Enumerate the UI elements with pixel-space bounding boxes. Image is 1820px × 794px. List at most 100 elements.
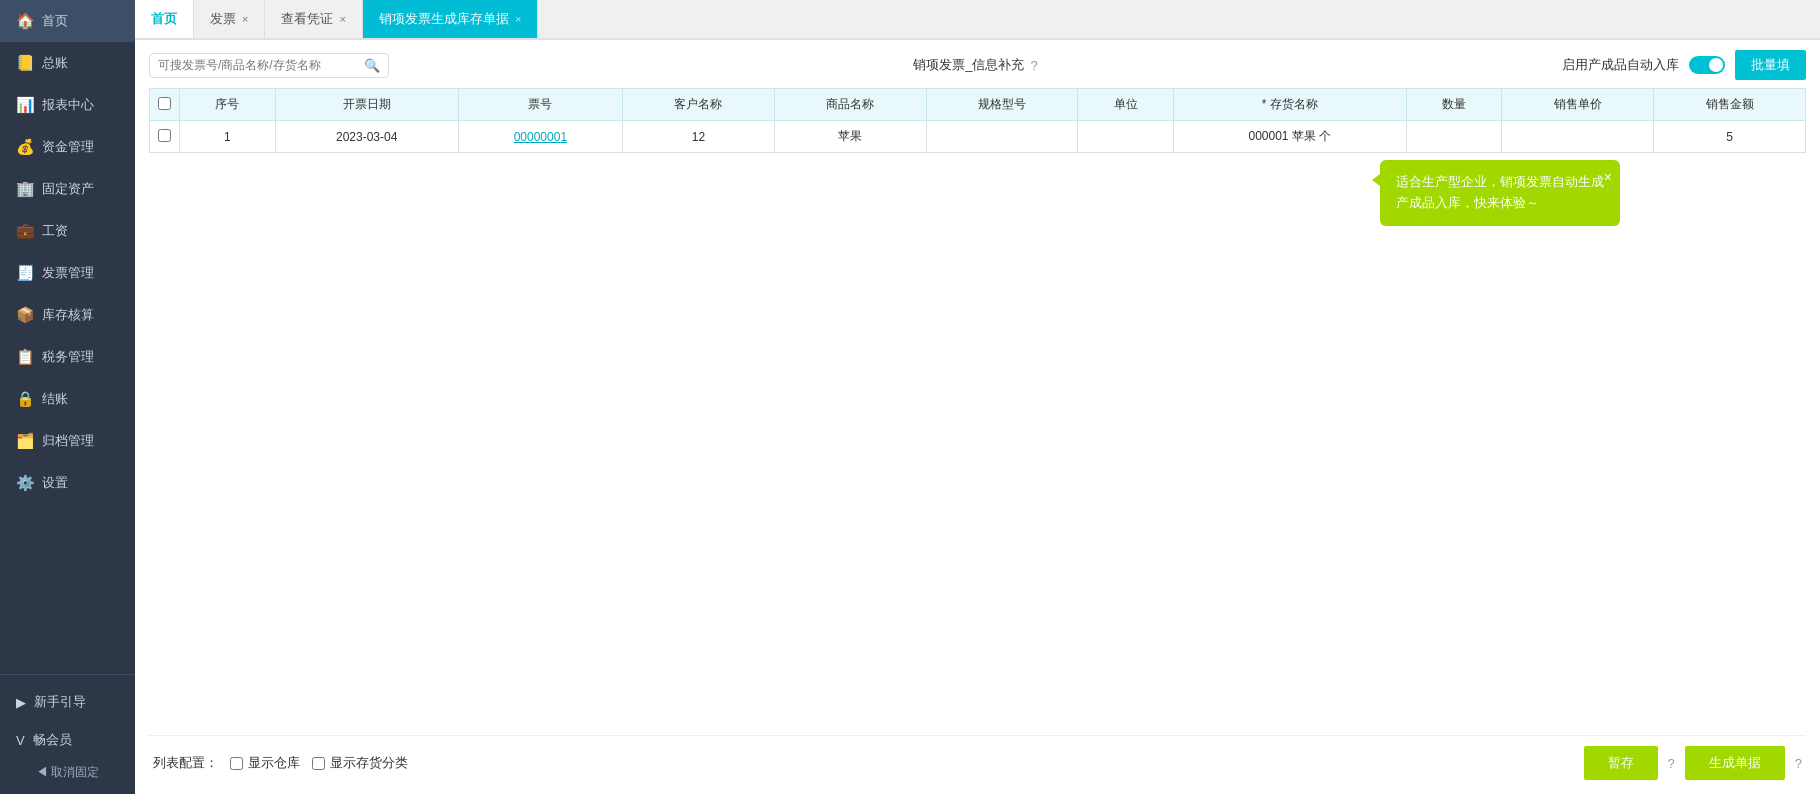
ledger-icon: 📒 (16, 54, 34, 72)
tab-invoice[interactable]: 发票 × (194, 0, 265, 38)
sidebar-item-label: 税务管理 (42, 348, 94, 366)
sidebar-item-payroll[interactable]: 💼 工资 (0, 210, 135, 252)
row-inventory-name: 000001 苹果 个 (1173, 121, 1406, 153)
row-seq: 1 (180, 121, 276, 153)
show-category-label[interactable]: 显示存货分类 (312, 754, 408, 772)
capital-icon: 💰 (16, 138, 34, 156)
toggle-switch[interactable] (1689, 56, 1725, 74)
sidebar-item-vip[interactable]: V 畅会员 (0, 721, 135, 759)
archive-icon: 🗂️ (16, 432, 34, 450)
table-header-row: 序号 开票日期 票号 客户名称 商品名称 规格型号 单位 * 存货名称 数量 销… (150, 89, 1806, 121)
newbie-icon: ▶ (16, 695, 26, 710)
sidebar-item-capital[interactable]: 💰 资金管理 (0, 126, 135, 168)
inventory-icon: 📦 (16, 306, 34, 324)
sidebar-item-tax[interactable]: 📋 税务管理 (0, 336, 135, 378)
sidebar-item-label: 库存核算 (42, 306, 94, 324)
sidebar-item-inventory[interactable]: 📦 库存核算 (0, 294, 135, 336)
row-unit-price (1502, 121, 1654, 153)
header-unit: 单位 (1078, 89, 1174, 121)
sidebar-item-assets[interactable]: 🏢 固定资产 (0, 168, 135, 210)
generate-help-icon[interactable]: ? (1795, 756, 1802, 771)
sidebar-item-home[interactable]: 🏠 首页 (0, 0, 135, 42)
sidebar-bottom-label: 畅会员 (33, 731, 72, 749)
home-icon: 🏠 (16, 12, 34, 30)
save-button[interactable]: 暂存 (1584, 746, 1658, 780)
toolbar: 🔍 销项发票_信息补充 ? 启用产成品自动入库 批量填 (149, 50, 1806, 80)
toolbar-center: 销项发票_信息补充 ? (913, 56, 1037, 74)
row-qty (1406, 121, 1502, 153)
config-label: 列表配置： (153, 754, 218, 772)
row-model (926, 121, 1078, 153)
show-warehouse-checkbox[interactable] (230, 757, 243, 770)
header-ticket-no: 票号 (458, 89, 622, 121)
header-qty: 数量 (1406, 89, 1502, 121)
tab-voucher[interactable]: 查看凭证 × (265, 0, 362, 38)
show-warehouse-text: 显示仓库 (248, 754, 300, 772)
search-input[interactable] (158, 58, 364, 72)
sidebar-item-ledger[interactable]: 📒 总账 (0, 42, 135, 84)
unpin-label: ◀ (36, 765, 51, 779)
tab-invoice-label: 发票 (210, 10, 236, 28)
tab-voucher-label: 查看凭证 (281, 10, 333, 28)
header-date: 开票日期 (275, 89, 458, 121)
sidebar-item-invoice[interactable]: 🧾 发票管理 (0, 252, 135, 294)
sidebar-bottom-label: 新手引导 (34, 693, 86, 711)
tab-invoice-close[interactable]: × (242, 13, 248, 25)
tooltip-close-button[interactable]: × (1604, 166, 1612, 188)
reports-icon: 📊 (16, 96, 34, 114)
header-unit-price: 销售单价 (1502, 89, 1654, 121)
row-customer: 12 (623, 121, 775, 153)
header-seq: 序号 (180, 89, 276, 121)
content-area: 🔍 销项发票_信息补充 ? 启用产成品自动入库 批量填 序号 开票日 (135, 40, 1820, 794)
row-checkbox-cell[interactable] (150, 121, 180, 153)
vip-icon: V (16, 733, 25, 748)
toggle-label: 启用产成品自动入库 (1562, 56, 1679, 74)
sidebar-item-label: 结账 (42, 390, 68, 408)
generate-button[interactable]: 生成单据 (1685, 746, 1785, 780)
sidebar: 🏠 首页 📒 总账 📊 报表中心 💰 资金管理 🏢 固定资产 💼 工资 🧾 发票… (0, 0, 135, 794)
batch-button[interactable]: 批量填 (1735, 50, 1806, 80)
show-category-text: 显示存货分类 (330, 754, 408, 772)
row-checkbox[interactable] (158, 129, 171, 142)
row-ticket-no[interactable]: 00000001 (458, 121, 622, 153)
header-product: 商品名称 (774, 89, 926, 121)
sidebar-item-label: 发票管理 (42, 264, 94, 282)
sidebar-item-closing[interactable]: 🔒 结账 (0, 378, 135, 420)
assets-icon: 🏢 (16, 180, 34, 198)
tab-home-label: 首页 (151, 10, 177, 28)
search-box[interactable]: 🔍 (149, 53, 389, 78)
settings-icon: ⚙️ (16, 474, 34, 492)
tax-icon: 📋 (16, 348, 34, 366)
sidebar-item-reports[interactable]: 📊 报表中心 (0, 84, 135, 126)
tab-home[interactable]: 首页 (135, 0, 194, 38)
show-warehouse-label[interactable]: 显示仓库 (230, 754, 300, 772)
header-checkbox[interactable] (150, 89, 180, 121)
header-inventory-name: * 存货名称 (1173, 89, 1406, 121)
sidebar-item-archive[interactable]: 🗂️ 归档管理 (0, 420, 135, 462)
center-label: 销项发票_信息补充 (913, 56, 1024, 74)
tab-cancel-invoice-close[interactable]: × (515, 13, 521, 25)
bottom-bar: 列表配置： 显示仓库 显示存货分类 暂存 ? 生成单据 ? (149, 735, 1806, 784)
select-all-checkbox[interactable] (158, 97, 171, 110)
save-help-icon[interactable]: ? (1668, 756, 1675, 771)
sidebar-item-newbie[interactable]: ▶ 新手引导 (0, 683, 135, 721)
tab-voucher-close[interactable]: × (339, 13, 345, 25)
unpin-bar[interactable]: ◀ 取消固定 (0, 759, 135, 786)
unpin-text: 取消固定 (51, 765, 99, 779)
help-icon[interactable]: ? (1031, 58, 1038, 73)
sidebar-item-label: 首页 (42, 12, 68, 30)
header-model: 规格型号 (926, 89, 1078, 121)
tooltip-popup: × 适合生产型企业，销项发票自动生成产成品入库，快来体验～ (1380, 160, 1620, 226)
tab-cancel-invoice-label: 销项发票生成库存单据 (379, 10, 509, 28)
row-unit (1078, 121, 1174, 153)
sidebar-item-settings[interactable]: ⚙️ 设置 (0, 462, 135, 504)
data-table: 序号 开票日期 票号 客户名称 商品名称 规格型号 单位 * 存货名称 数量 销… (149, 88, 1806, 153)
sidebar-item-label: 工资 (42, 222, 68, 240)
row-amount: 5 (1654, 121, 1806, 153)
bottom-actions: 暂存 ? 生成单据 ? (1584, 746, 1802, 780)
invoice-icon: 🧾 (16, 264, 34, 282)
show-category-checkbox[interactable] (312, 757, 325, 770)
sidebar-item-label: 资金管理 (42, 138, 94, 156)
tab-cancel-invoice[interactable]: 销项发票生成库存单据 × (363, 0, 538, 38)
search-icon: 🔍 (364, 58, 380, 73)
